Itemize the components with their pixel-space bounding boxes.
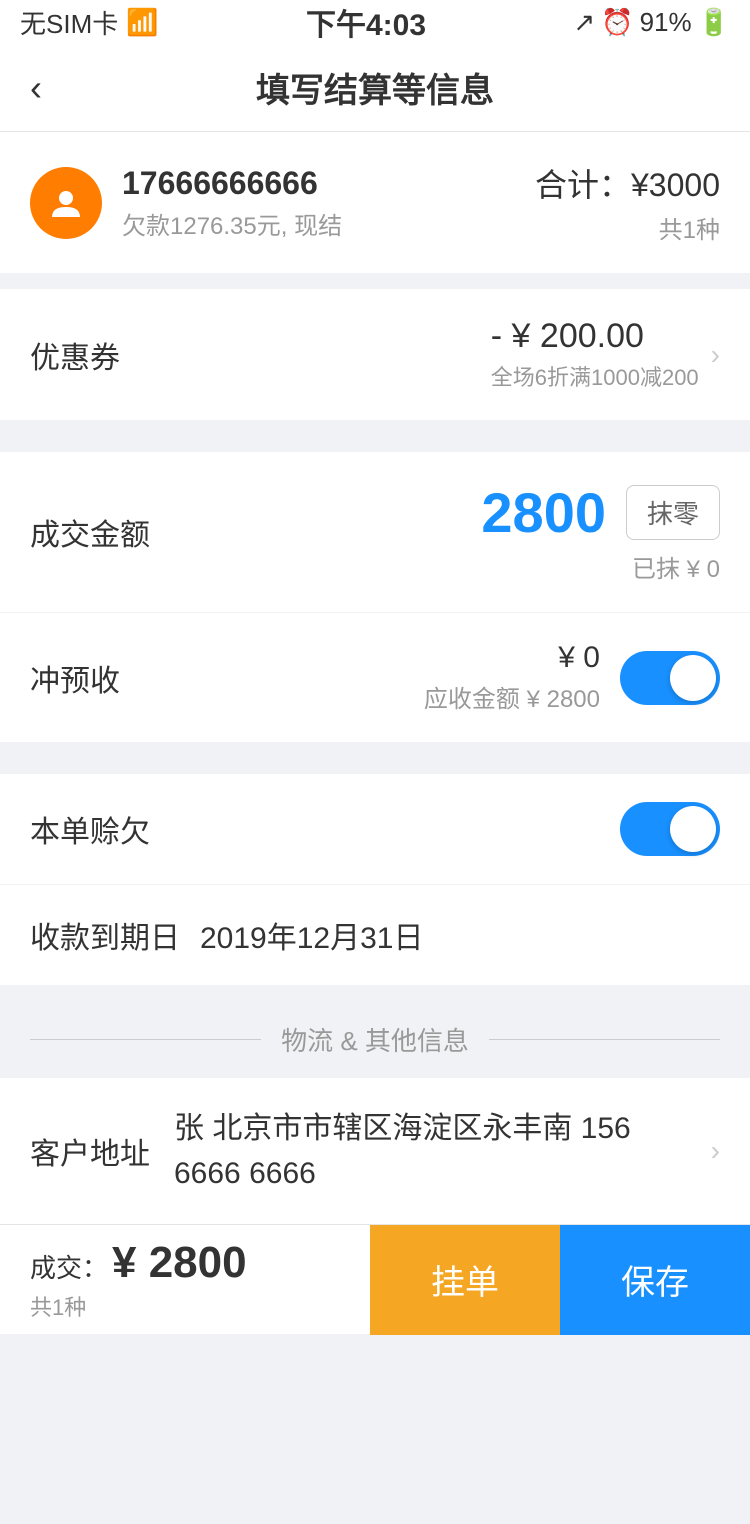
battery-percent: 91% xyxy=(640,7,692,38)
precharge-right: ¥ 0 应收金额 ¥ 2800 xyxy=(424,641,720,714)
save-button[interactable]: 保存 xyxy=(560,1225,750,1335)
customer-subtext: 欠款1276.35元, 现结 xyxy=(122,206,342,241)
back-button[interactable]: ‹ xyxy=(30,67,42,109)
total-amount: 合计：¥3000 xyxy=(535,160,720,206)
nav-bar: ‹ 填写结算等信息 xyxy=(0,44,750,132)
address-chevron-icon: › xyxy=(711,1135,720,1167)
transaction-amount-value: 2800 xyxy=(481,480,606,545)
credit-toggle[interactable] xyxy=(620,802,720,856)
section-divider-1 xyxy=(0,436,750,452)
location-icon: ↗ xyxy=(573,7,595,38)
customer-details: 17666666666 欠款1276.35元, 现结 xyxy=(122,165,342,241)
round-zero-button[interactable]: 抹零 xyxy=(626,485,720,540)
alarm-icon: ⏰ xyxy=(601,7,633,38)
customer-phone: 17666666666 xyxy=(122,165,342,202)
duedate-row: 收款到期日 2019年12月31日 xyxy=(0,884,750,985)
address-value: 张 北京市市辖区海淀区永丰南 156 6666 6666 xyxy=(174,1106,699,1196)
section-divider-2 xyxy=(0,742,750,758)
coupon-row[interactable]: 优惠券 - ¥ 200.00 全场6折满1000减200 › xyxy=(0,289,750,420)
wifi-icon: 📶 xyxy=(126,7,158,38)
footer-count: 共1种 xyxy=(30,1290,340,1322)
pending-button[interactable]: 挂单 xyxy=(370,1225,560,1335)
footer-summary-amount: ¥ 2800 xyxy=(112,1238,247,1288)
coupon-info: - ¥ 200.00 全场6折满1000减200 xyxy=(491,317,699,392)
status-right: ↗ ⏰ 91% 🔋 xyxy=(573,7,730,38)
network-status: 无SIM卡 xyxy=(20,4,118,41)
status-time: 下午4:03 xyxy=(306,0,426,44)
status-left: 无SIM卡 📶 xyxy=(20,4,159,41)
precharge-amount-block: ¥ 0 应收金额 ¥ 2800 xyxy=(424,641,600,714)
logistics-text: 物流 & 其他信息 xyxy=(281,1021,469,1058)
precharge-amount: ¥ 0 xyxy=(424,641,600,675)
address-label: 客户地址 xyxy=(30,1129,150,1173)
avatar xyxy=(30,167,102,239)
page-title: 填写结算等信息 xyxy=(256,63,494,112)
footer-total-line: 成交： ¥ 2800 xyxy=(30,1238,340,1288)
coupon-label: 优惠券 xyxy=(30,333,120,377)
coupon-right: - ¥ 200.00 全场6折满1000减200 › xyxy=(491,317,720,392)
chevron-right-icon: › xyxy=(711,339,720,371)
precharge-row: 冲预收 ¥ 0 应收金额 ¥ 2800 xyxy=(0,612,750,742)
credit-label: 本单赊欠 xyxy=(30,807,150,851)
customer-card: 17666666666 欠款1276.35元, 现结 合计：¥3000 共1种 xyxy=(0,132,750,273)
customer-info: 17666666666 欠款1276.35元, 现结 xyxy=(30,165,342,241)
logistics-line-left xyxy=(30,1039,261,1040)
transaction-amount-row: 成交金额 2800 抹零 已抹 ¥ 0 xyxy=(0,452,750,612)
precharge-toggle[interactable] xyxy=(620,651,720,705)
bottom-footer: 成交： ¥ 2800 共1种 挂单 保存 xyxy=(0,1224,750,1334)
coupon-description: 全场6折满1000减200 xyxy=(491,360,699,392)
precharge-label: 冲预收 xyxy=(30,656,120,700)
duedate-label: 收款到期日 xyxy=(30,913,180,957)
coupon-discount: - ¥ 200.00 xyxy=(491,317,699,356)
transaction-amount-sub: 已抹 ¥ 0 xyxy=(632,549,720,584)
duedate-value: 2019年12月31日 xyxy=(200,913,423,957)
precharge-subtext: 应收金额 ¥ 2800 xyxy=(424,679,600,714)
credit-row: 本单赊欠 xyxy=(0,774,750,884)
transaction-amount-right: 2800 抹零 已抹 ¥ 0 xyxy=(481,480,720,584)
logistics-divider: 物流 & 其他信息 xyxy=(0,1001,750,1078)
logistics-line-right xyxy=(489,1039,720,1040)
address-row[interactable]: 客户地址 张 北京市市辖区海淀区永丰南 156 6666 6666 › xyxy=(0,1078,750,1224)
total-count: 共1种 xyxy=(535,210,720,245)
battery-icon: 🔋 xyxy=(698,7,730,38)
footer-summary-label: 成交： xyxy=(30,1248,108,1285)
footer-summary: 成交： ¥ 2800 共1种 xyxy=(0,1238,370,1322)
transaction-amount-label: 成交金额 xyxy=(30,510,150,554)
status-bar: 无SIM卡 📶 下午4:03 ↗ ⏰ 91% 🔋 xyxy=(0,0,750,44)
amount-controls: 2800 抹零 xyxy=(481,480,720,545)
customer-total: 合计：¥3000 共1种 xyxy=(535,160,720,245)
